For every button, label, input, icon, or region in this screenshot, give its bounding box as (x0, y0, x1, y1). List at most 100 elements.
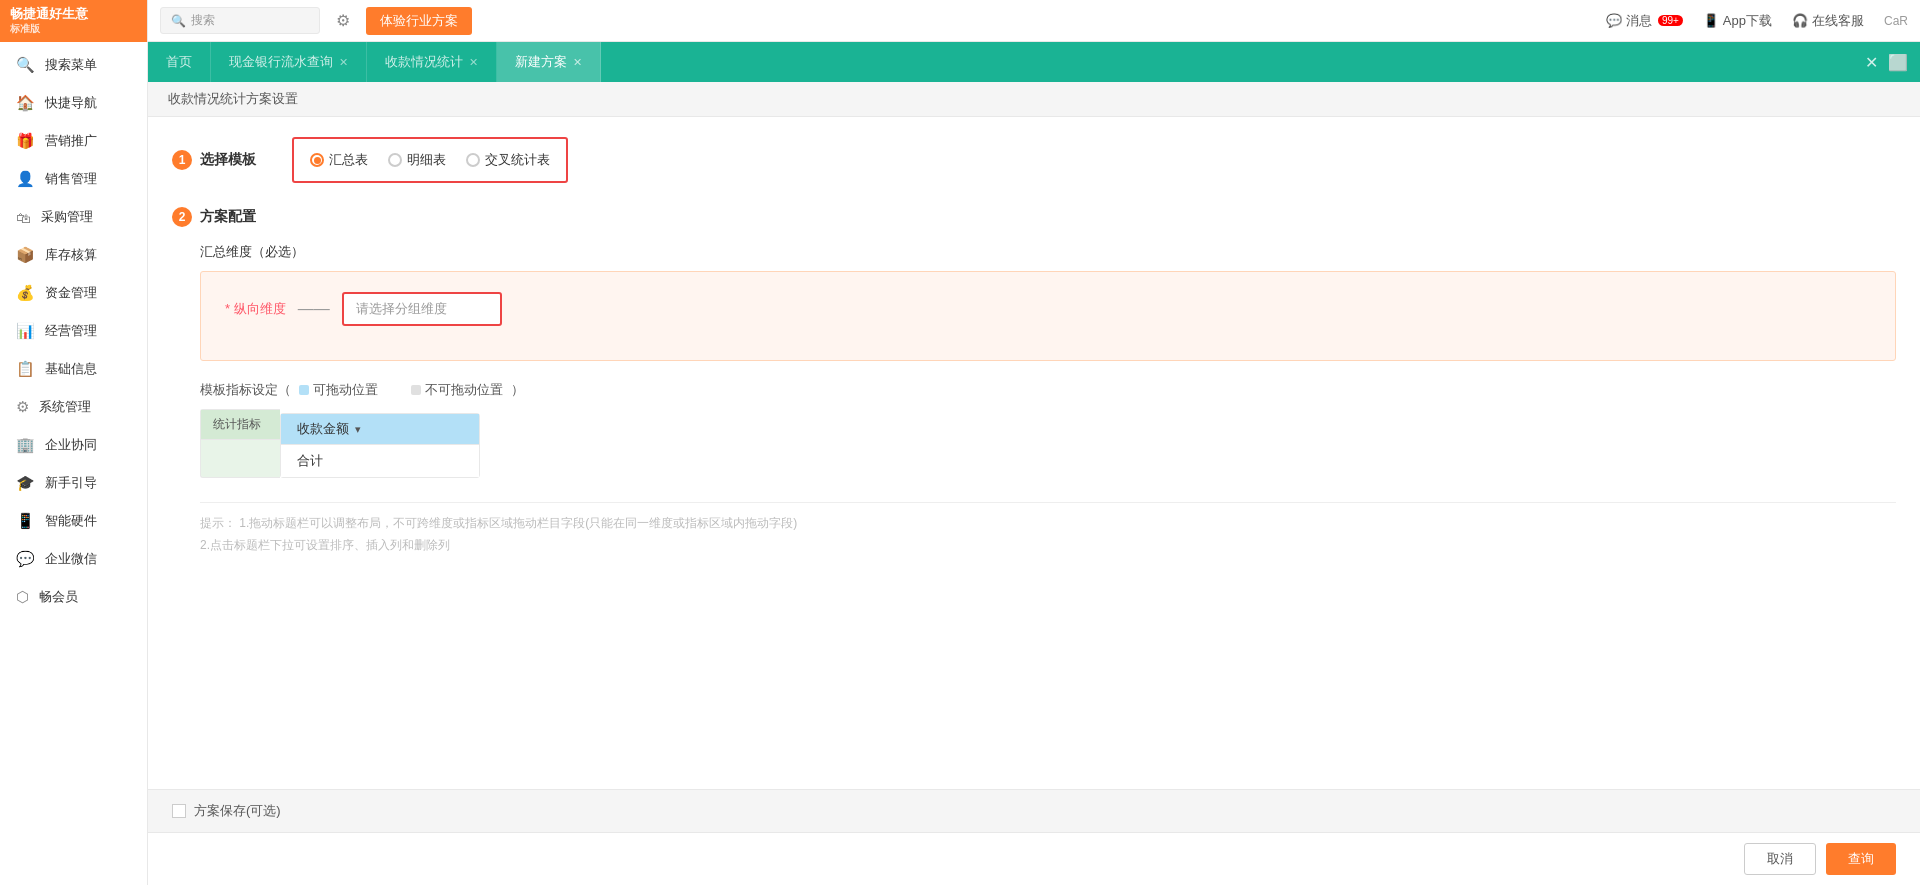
sidebar-label-marketing: 营销推广 (45, 132, 97, 150)
sidebar-label-system: 系统管理 (39, 398, 91, 416)
metrics-table-wrapper: 统计指标 收款金额 ▾ 合计 (200, 409, 1896, 478)
close-window-icon[interactable]: ✕ (1865, 53, 1878, 72)
movable-legend: 可拖动位置 (299, 381, 378, 399)
sidebar-label-inventory: 库存核算 (45, 246, 97, 264)
download-label: App下载 (1723, 12, 1772, 30)
metrics-section: 模板指标设定（ 可拖动位置 不可拖动位置 ） (200, 381, 1896, 478)
radio-summary[interactable]: 汇总表 (310, 151, 368, 169)
download-item[interactable]: 📱 App下载 (1703, 12, 1772, 30)
settings-icon[interactable]: ⚙ (336, 11, 350, 30)
sidebar-item-fund[interactable]: 💰资金管理 (0, 274, 147, 312)
radio-detail[interactable]: 明细表 (388, 151, 446, 169)
support-item[interactable]: 🎧 在线客服 (1792, 12, 1864, 30)
user-info[interactable]: CaR (1884, 14, 1908, 28)
metrics-title-sep (390, 381, 403, 399)
radio-cross-label: 交叉统计表 (485, 151, 550, 169)
query-button[interactable]: 查询 (1826, 843, 1896, 875)
tabbar: 首页 现金银行流水查询 ✕ 收款情况统计 ✕ 新建方案 ✕ ✕ ⬜ (148, 42, 1920, 82)
tab-collection-label: 收款情况统计 (385, 53, 463, 71)
radio-cross[interactable]: 交叉统计表 (466, 151, 550, 169)
sidebar-icon-operations: 📊 (16, 322, 35, 340)
dimension-section-title: 汇总维度（必选） (200, 243, 1896, 261)
sidebar-label-wechat: 企业微信 (45, 550, 97, 568)
movable-label: 可拖动位置 (313, 381, 378, 399)
sidebar-icon-fund: 💰 (16, 284, 35, 302)
tab-actions: ✕ ⬜ (1853, 42, 1920, 82)
tab-collection[interactable]: 收款情况统计 ✕ (367, 42, 497, 82)
support-icon: 🎧 (1792, 13, 1808, 28)
sidebar-item-member[interactable]: ⬡ 畅会员 (0, 578, 147, 616)
content-area: 收款情况统计方案设置 1 选择模板 汇总表 明细表 (148, 82, 1920, 885)
tab-new-plan[interactable]: 新建方案 ✕ (497, 42, 601, 82)
search-icon: 🔍 (171, 14, 186, 28)
sidebar: 畅捷通好生意 标准版 🔍搜索菜单🏠快捷导航🎁营销推广👤销售管理🛍采购管理📦库存核… (0, 0, 148, 885)
form-body: 1 选择模板 汇总表 明细表 交叉统计表 (148, 117, 1920, 789)
sidebar-label-sales: 销售管理 (45, 170, 97, 188)
tab-bank-close[interactable]: ✕ (339, 56, 348, 69)
metrics-col-sub: 合计 (281, 444, 479, 477)
sidebar-item-basic-info[interactable]: 📋基础信息 (0, 350, 147, 388)
group-column: 统计指标 (200, 409, 280, 478)
col-header-chevron[interactable]: ▾ (355, 423, 361, 436)
dimension-selector[interactable]: 请选择分组维度 (342, 292, 502, 326)
sidebar-item-purchase[interactable]: 🛍采购管理 (0, 198, 147, 236)
step1-number: 1 (172, 150, 192, 170)
tab-collection-close[interactable]: ✕ (469, 56, 478, 69)
sidebar-icon-marketing: 🎁 (16, 132, 35, 150)
sidebar-icon-enterprise: 🏢 (16, 436, 35, 454)
tab-home[interactable]: 首页 (148, 42, 211, 82)
notification-badge: 99+ (1658, 15, 1683, 26)
template-selection-box: 汇总表 明细表 交叉统计表 (292, 137, 568, 183)
fixed-label: 不可拖动位置 (425, 381, 503, 399)
tab-new-plan-close[interactable]: ✕ (573, 56, 582, 69)
metrics-close-paren: ） (511, 381, 524, 399)
notification-item[interactable]: 💬 消息 99+ (1606, 12, 1683, 30)
tab-new-plan-label: 新建方案 (515, 53, 567, 71)
sidebar-label-hardware: 智能硬件 (45, 512, 97, 530)
sidebar-item-quick-nav[interactable]: 🏠快捷导航 (0, 84, 147, 122)
group-column-header: 统计指标 (201, 410, 280, 440)
step2-title: 方案配置 (200, 208, 256, 226)
row-label: * 纵向维度 (225, 300, 286, 318)
action-bar: 取消 查询 (148, 832, 1920, 885)
sidebar-item-system[interactable]: ⚙ 系统管理 (0, 388, 147, 426)
tab-bank-label: 现金银行流水查询 (229, 53, 333, 71)
sidebar-icon-purchase: 🛍 (16, 209, 31, 226)
search-placeholder-text: 搜索 (191, 12, 215, 29)
sidebar-item-inventory[interactable]: 📦库存核算 (0, 236, 147, 274)
sidebar-label-operations: 经营管理 (45, 322, 97, 340)
topbar: 🔍 搜索 ⚙ 体验行业方案 💬 消息 99+ 📱 App下载 🎧 在线客服 Ca… (148, 0, 1920, 42)
sidebar-item-sales[interactable]: 👤 销售管理 (0, 160, 147, 198)
sidebar-item-guide[interactable]: 🎓 新手引导 (0, 464, 147, 502)
sidebar-icon-system: ⚙ (16, 398, 29, 416)
sidebar-icon-member: ⬡ (16, 588, 29, 606)
radio-summary-circle (310, 153, 324, 167)
main-area: 🔍 搜索 ⚙ 体验行业方案 💬 消息 99+ 📱 App下载 🎧 在线客服 Ca… (148, 0, 1920, 885)
sidebar-item-search-menu[interactable]: 🔍搜索菜单 (0, 46, 147, 84)
sidebar-label-enterprise: 企业协同 (45, 436, 97, 454)
sidebar-icon-guide: 🎓 (16, 474, 35, 492)
cancel-button[interactable]: 取消 (1744, 843, 1816, 875)
sidebar-item-marketing[interactable]: 🎁 营销推广 (0, 122, 147, 160)
step2-number: 2 (172, 207, 192, 227)
sidebar-icon-sales: 👤 (16, 170, 35, 188)
sidebar-icon-wechat: 💬 (16, 550, 35, 568)
radio-detail-circle (388, 153, 402, 167)
sidebar-label-member: 畅会员 (39, 588, 78, 606)
sidebar-label-guide: 新手引导 (45, 474, 97, 492)
trial-button[interactable]: 体验行业方案 (366, 7, 472, 35)
metrics-title: 模板指标设定（ (200, 381, 291, 399)
sidebar-item-operations[interactable]: 📊 经营管理 (0, 312, 147, 350)
sidebar-item-wechat[interactable]: 💬 企业微信 (0, 540, 147, 578)
sidebar-item-enterprise[interactable]: 🏢 企业协同 (0, 426, 147, 464)
maximize-icon[interactable]: ⬜ (1888, 53, 1908, 72)
step1-title: 选择模板 (200, 151, 256, 169)
step2-section: 2 方案配置 汇总维度（必选） * 纵向维度 —— 请选择分组维度 (172, 207, 1896, 554)
fixed-legend: 不可拖动位置 (411, 381, 503, 399)
save-checkbox[interactable] (172, 804, 186, 818)
tab-bank[interactable]: 现金银行流水查询 ✕ (211, 42, 367, 82)
sidebar-item-hardware[interactable]: 📱智能硬件 (0, 502, 147, 540)
fixed-dot (411, 385, 421, 395)
topbar-search-box[interactable]: 🔍 搜索 (160, 7, 320, 34)
support-label: 在线客服 (1812, 12, 1864, 30)
